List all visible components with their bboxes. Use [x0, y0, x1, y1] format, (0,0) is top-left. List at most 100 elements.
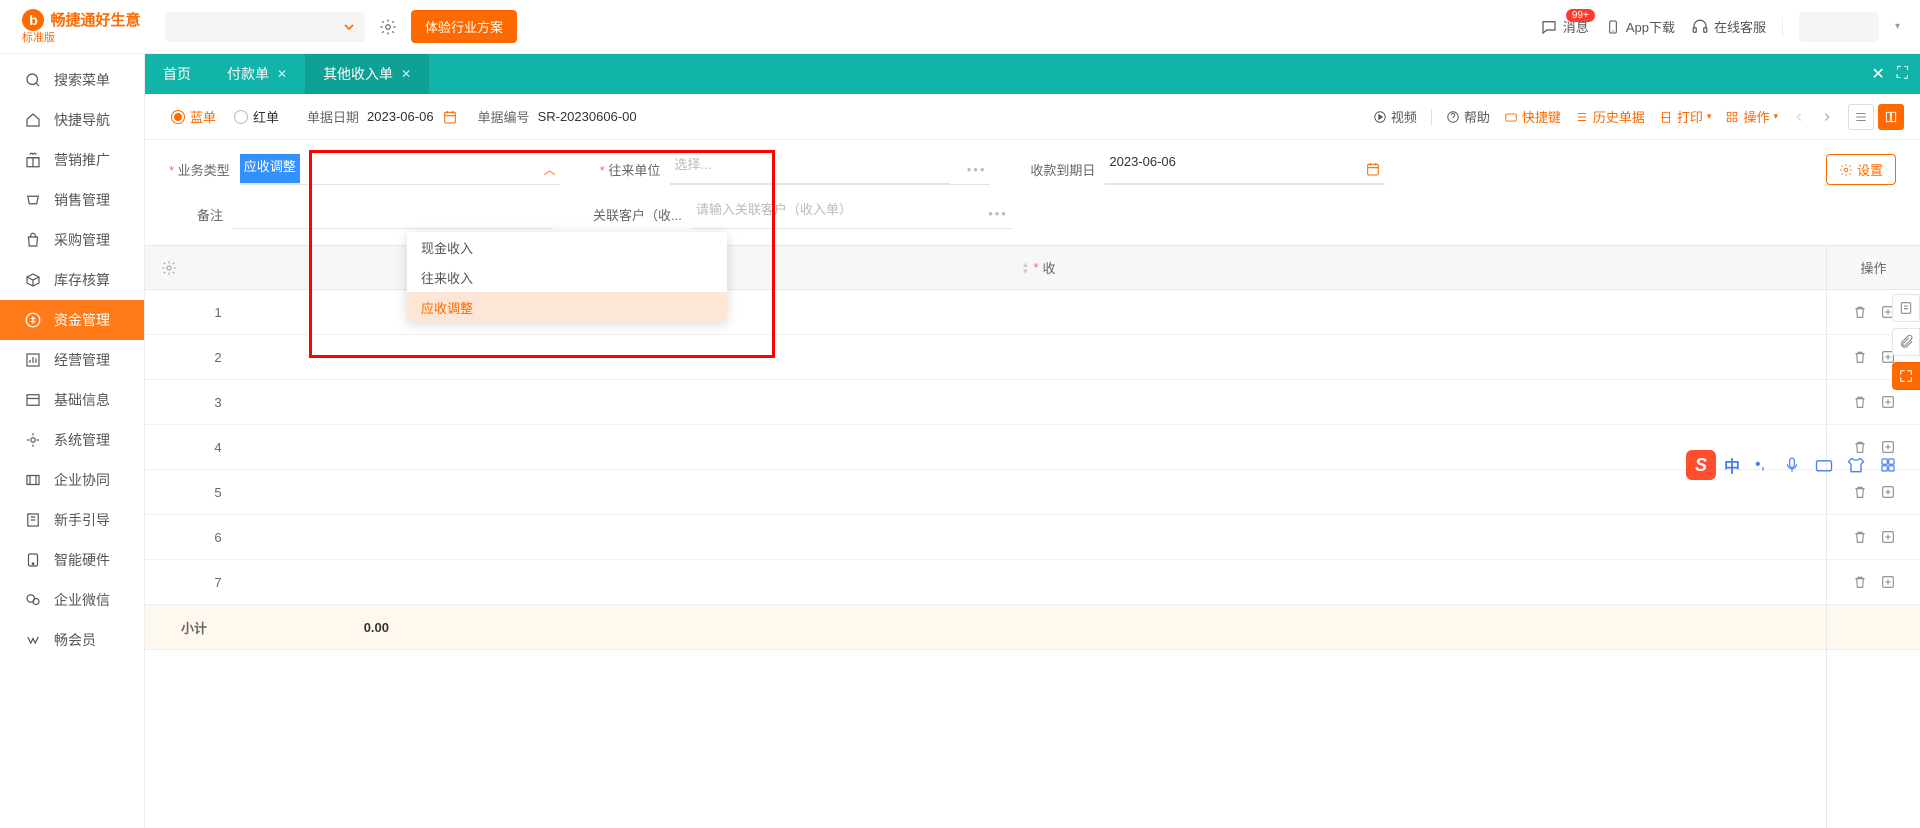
due-date-input[interactable]: 2023-06-06	[1105, 154, 1385, 184]
sidebar-item-14[interactable]: 畅会员	[0, 620, 144, 660]
more-icon[interactable]: •••	[967, 162, 987, 177]
dropdown-option-2[interactable]: 应收调整	[407, 292, 727, 322]
ime-skin-icon[interactable]	[1844, 453, 1868, 477]
help-button[interactable]: 帮助	[1446, 107, 1490, 126]
edge-attach-icon[interactable]	[1892, 328, 1920, 356]
prev-icon[interactable]	[1792, 110, 1806, 124]
view-card-button[interactable]	[1878, 104, 1904, 130]
settings-button[interactable]: 设置	[1826, 154, 1896, 185]
delete-icon[interactable]	[1852, 574, 1868, 590]
tab-0[interactable]: 首页	[145, 54, 209, 94]
ime-mic-icon[interactable]	[1780, 453, 1804, 477]
sidebar-item-label: 库存核算	[54, 270, 110, 290]
remark-label: 备注	[197, 205, 223, 224]
chevron-down-icon[interactable]: ▾	[1895, 21, 1900, 32]
sidebar-item-1[interactable]: 快捷导航	[0, 100, 144, 140]
card-view-icon	[1884, 110, 1898, 124]
calendar-icon[interactable]	[1365, 161, 1381, 177]
add-icon[interactable]	[1880, 484, 1896, 500]
table-row[interactable]: 6	[145, 515, 1826, 560]
more-icon[interactable]: •••	[988, 206, 1008, 221]
gear-icon[interactable]	[379, 18, 397, 36]
app-download-label: App下载	[1626, 17, 1675, 36]
delete-icon[interactable]	[1852, 529, 1868, 545]
sidebar-item-6[interactable]: 资金管理	[0, 300, 144, 340]
try-industry-button[interactable]: 体验行业方案	[411, 10, 517, 43]
calendar-icon[interactable]	[442, 109, 458, 125]
ime-mode-label[interactable]: 中	[1724, 453, 1740, 477]
add-icon[interactable]	[1880, 529, 1896, 545]
sidebar-item-3[interactable]: 销售管理	[0, 180, 144, 220]
video-button[interactable]: 视频	[1373, 107, 1417, 126]
user-avatar[interactable]	[1799, 12, 1879, 42]
grid-icon	[1725, 110, 1739, 124]
document-actions: 视频 帮助 快捷键 历史单据 打印▾ 操作▾	[1373, 104, 1920, 130]
close-icon[interactable]: ✕	[401, 67, 411, 81]
chevron-up-icon[interactable]: ︿	[544, 161, 556, 178]
tab-2[interactable]: 其他收入单✕	[305, 54, 429, 94]
expand-icon[interactable]: ⛶	[1897, 65, 1908, 83]
sidebar-item-11[interactable]: 新手引导	[0, 500, 144, 540]
delete-icon[interactable]	[1852, 394, 1868, 410]
table-row[interactable]: 1	[145, 290, 1826, 335]
edge-expand-icon[interactable]	[1892, 362, 1920, 390]
sidebar-item-7[interactable]: 经营管理	[0, 340, 144, 380]
business-type-dropdown: 现金收入往来收入应收调整	[407, 232, 727, 322]
radio-blue[interactable]: 蓝单	[171, 107, 216, 126]
messages-button[interactable]: 消息 99+	[1540, 17, 1589, 36]
add-icon[interactable]	[1880, 394, 1896, 410]
counterparty-input[interactable]: 选择...	[670, 154, 950, 184]
app-download-button[interactable]: App下载	[1605, 17, 1675, 36]
radio-red[interactable]: 红单	[234, 107, 279, 126]
add-icon[interactable]	[1880, 574, 1896, 590]
tab-1[interactable]: 付款单 ✕	[209, 54, 305, 94]
table-row[interactable]: 4	[145, 425, 1826, 470]
sidebar-item-label: 采购管理	[54, 230, 110, 250]
history-button[interactable]: 历史单据	[1575, 107, 1645, 126]
sidebar-item-0[interactable]: 搜索菜单	[0, 60, 144, 100]
tab-label: 付款单	[227, 64, 269, 84]
gear-icon[interactable]	[161, 260, 177, 276]
table-row[interactable]: 5	[145, 470, 1826, 515]
sidebar-item-label: 系统管理	[54, 430, 110, 450]
print-button[interactable]: 打印▾	[1659, 107, 1712, 126]
ime-menu-icon[interactable]	[1876, 453, 1900, 477]
sidebar-item-10[interactable]: 企业协同	[0, 460, 144, 500]
ops-row	[1827, 560, 1920, 605]
close-icon[interactable]: ✕	[277, 67, 287, 81]
next-icon[interactable]	[1820, 110, 1834, 124]
delete-icon[interactable]	[1852, 349, 1868, 365]
business-type-input[interactable]: 应收调整	[240, 154, 300, 184]
sidebar-item-13[interactable]: 企业微信	[0, 580, 144, 620]
doc-date-value[interactable]: 2023-06-06	[367, 109, 434, 124]
table-row[interactable]: 3	[145, 380, 1826, 425]
sidebar-item-8[interactable]: 基础信息	[0, 380, 144, 420]
online-service-button[interactable]: 在线客服	[1691, 17, 1766, 36]
ime-punct-icon[interactable]: •,	[1748, 453, 1772, 477]
delete-icon[interactable]	[1852, 304, 1868, 320]
delete-icon[interactable]	[1852, 484, 1868, 500]
sidebar-item-2[interactable]: 营销推广	[0, 140, 144, 180]
divider	[1782, 17, 1783, 37]
remark-input[interactable]	[233, 199, 513, 229]
sidebar-item-12[interactable]: 智能硬件	[0, 540, 144, 580]
sidebar-item-label: 营销推广	[54, 150, 110, 170]
table-row[interactable]: 2	[145, 335, 1826, 380]
dropdown-option-1[interactable]: 往来收入	[407, 262, 727, 292]
table-row[interactable]: 7	[145, 560, 1826, 605]
shortcut-button[interactable]: 快捷键	[1504, 107, 1561, 126]
sidebar-item-4[interactable]: 采购管理	[0, 220, 144, 260]
edge-note-icon[interactable]	[1892, 294, 1920, 322]
document-content: 蓝单 红单 单据日期 2023-06-06 单据编号 SR-20230606-0…	[145, 94, 1920, 828]
related-customer-input[interactable]: 请输入关联客户（收入单）	[692, 199, 972, 229]
close-all-tabs-icon[interactable]: ✕	[1871, 64, 1884, 84]
view-list-button[interactable]	[1848, 104, 1874, 130]
operate-button[interactable]: 操作▾	[1725, 107, 1778, 126]
dropdown-option-0[interactable]: 现金收入	[407, 232, 727, 262]
keyboard-icon	[1504, 110, 1518, 124]
ime-keyboard-icon[interactable]	[1812, 453, 1836, 477]
org-selector[interactable]	[165, 12, 365, 42]
sidebar-item-9[interactable]: 系统管理	[0, 420, 144, 460]
ime-logo-icon[interactable]: S	[1686, 450, 1716, 480]
sidebar-item-5[interactable]: 库存核算	[0, 260, 144, 300]
